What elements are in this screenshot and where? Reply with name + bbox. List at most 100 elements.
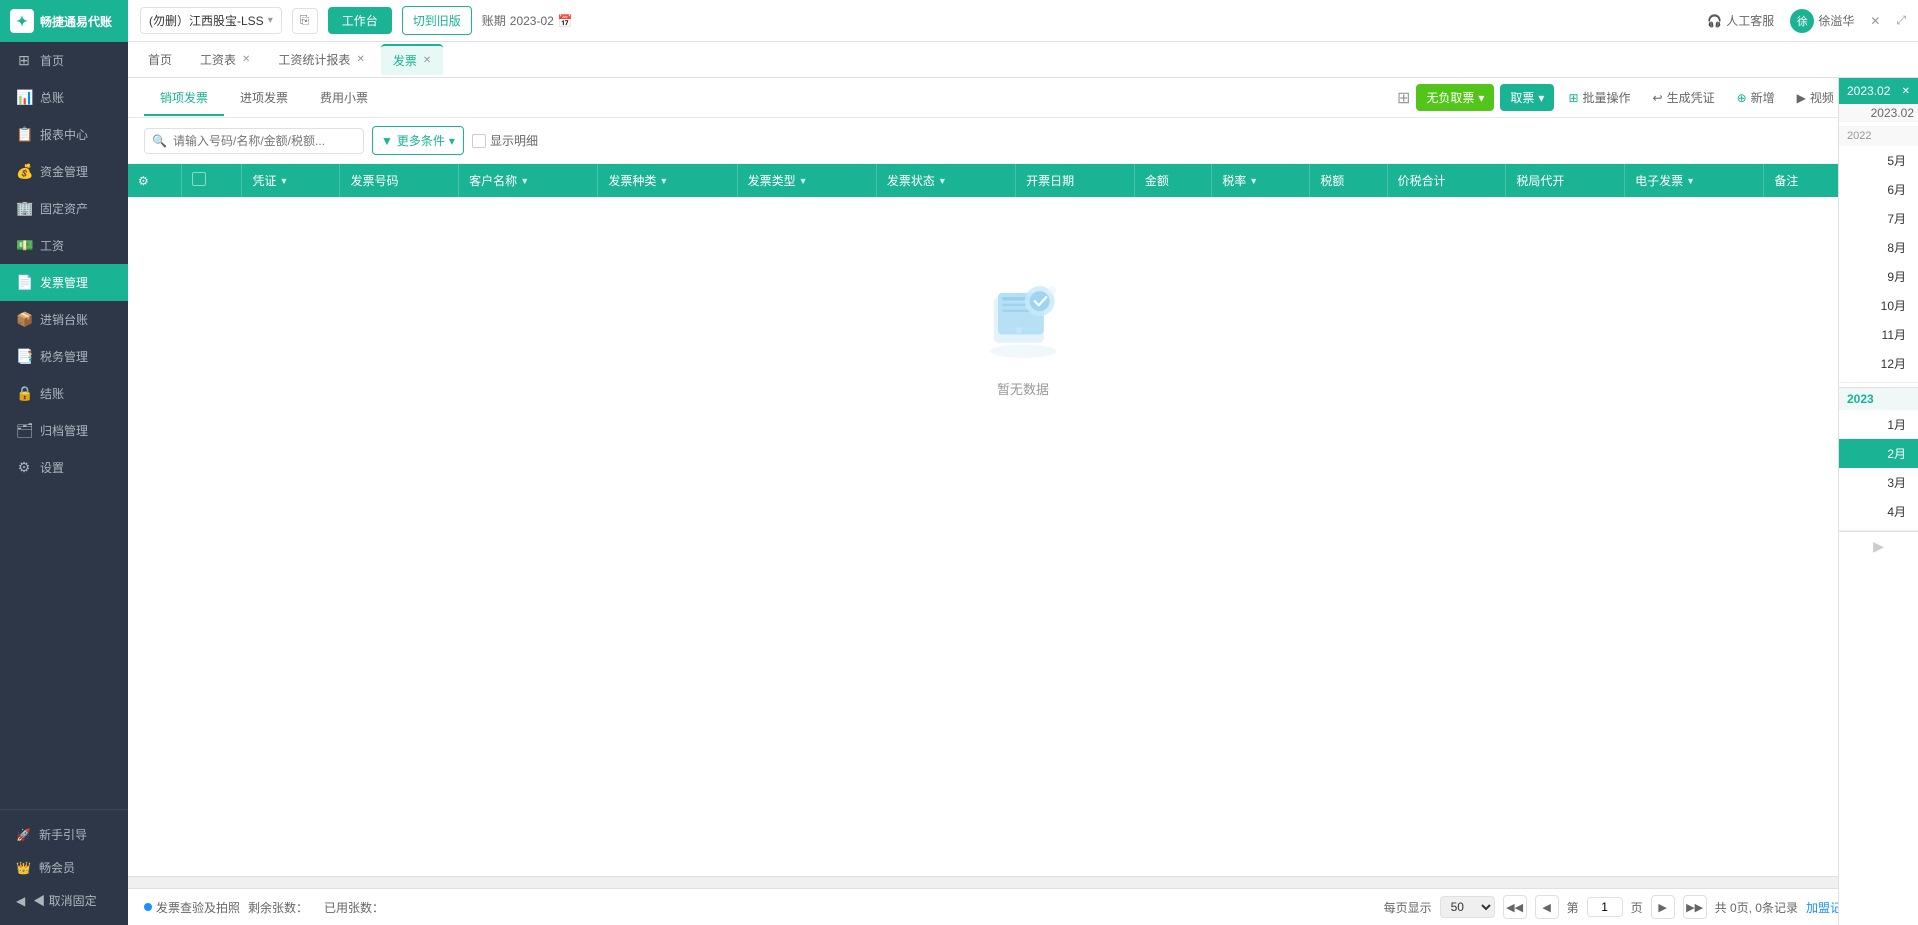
sub-tab-expense[interactable]: 费用小票 [304, 81, 384, 116]
table-select-all-checkbox[interactable] [192, 172, 206, 186]
tab-invoices-close-icon[interactable]: ✕ [423, 55, 431, 66]
verify-label: 发票查验及拍照 [156, 899, 240, 916]
month-2022-9[interactable]: 9月 [1839, 262, 1918, 291]
last-page-button[interactable]: ▶▶ [1683, 895, 1707, 919]
tab-salary-table[interactable]: 工资表 ✕ [188, 45, 262, 74]
member-icon: 👑 [16, 861, 31, 875]
th-e-invoice-label: 电子发票 [1635, 172, 1683, 189]
month-2023-3[interactable]: 3月 [1839, 468, 1918, 497]
month-2023-1[interactable]: 1月 [1839, 410, 1918, 439]
show-detail-toggle[interactable]: 显示明细 [472, 132, 538, 149]
th-checkbox [182, 164, 242, 197]
workspace-button[interactable]: 工作台 [328, 7, 392, 34]
th-settings-icon[interactable]: ⚙ [138, 174, 149, 188]
month-2023-2[interactable]: 2月 [1839, 439, 1918, 468]
next-page-button[interactable]: ▶ [1651, 895, 1675, 919]
sidebar-item-closing[interactable]: 🔒 结账 [0, 375, 128, 412]
sidebar-label-invoices: 发票管理 [40, 274, 88, 291]
th-tax-rate-filter-icon[interactable]: ▼ [1249, 176, 1258, 186]
th-invoice-status-filter-icon[interactable]: ▼ [938, 176, 947, 186]
th-customer-filter-icon[interactable]: ▼ [520, 176, 529, 186]
switch-version-button[interactable]: 切到旧版 [402, 6, 472, 35]
new-label: 新增 [1751, 89, 1775, 106]
no-cancel-ticket-button[interactable]: 无负取票 ▾ [1416, 84, 1494, 111]
tax-icon: 📑 [16, 348, 32, 365]
expand-window-button[interactable]: ⤢ [1896, 13, 1906, 28]
invoices-icon: 📄 [16, 274, 32, 291]
sidebar-item-invoices[interactable]: 📄 发票管理 [0, 264, 128, 301]
sidebar-item-tax[interactable]: 📑 税务管理 [0, 338, 128, 375]
sidebar-item-ledger[interactable]: 📊 总账 [0, 79, 128, 116]
sidebar-item-guide[interactable]: 🚀 新手引导 [0, 818, 128, 851]
company-selector[interactable]: (勿删）江西股宝-LSS ▾ [140, 7, 282, 34]
sidebar-item-reports[interactable]: 📋 报表中心 [0, 116, 128, 153]
tab-salary-table-close-icon[interactable]: ✕ [242, 54, 250, 65]
month-2022-5[interactable]: 5月 [1839, 146, 1918, 175]
new-button[interactable]: ⊕ 新增 [1729, 85, 1783, 110]
copy-button[interactable]: ⎘ [292, 8, 318, 34]
sidebar-item-member[interactable]: 👑 畅会员 [0, 851, 128, 884]
tab-home[interactable]: 首页 [136, 45, 184, 74]
close-window-button[interactable]: ✕ [1870, 14, 1880, 28]
sub-tab-sales[interactable]: 销项发票 [144, 81, 224, 116]
th-invoice-type-filter-icon[interactable]: ▼ [659, 176, 668, 186]
sidebar-item-salary[interactable]: 💵 工资 [0, 227, 128, 264]
month-2023-4[interactable]: 4月 [1839, 497, 1918, 526]
support-button[interactable]: 🎧 人工客服 [1707, 12, 1774, 29]
sub-tab-purchase[interactable]: 进项发票 [224, 81, 304, 116]
sub-tab-sales-label: 销项发票 [160, 91, 208, 105]
sub-tab-expense-label: 费用小票 [320, 91, 368, 105]
sidebar-item-settings[interactable]: ⚙ 设置 [0, 449, 128, 486]
prev-page-button[interactable]: ◀ [1535, 895, 1559, 919]
date-panel-period1: 2023.02 [1847, 84, 1890, 98]
bottom-left: 发票查验及拍照 剩余张数： 已用张数： [144, 899, 392, 916]
sidebar-item-funds[interactable]: 💰 资金管理 [0, 153, 128, 190]
th-voucher-label: 凭证 [252, 172, 276, 189]
collapse-right-icon: ▶ [1873, 538, 1884, 555]
sidebar-item-home[interactable]: ⊞ 首页 [0, 42, 128, 79]
sidebar-item-assets[interactable]: 🏢 固定资产 [0, 190, 128, 227]
th-voucher-filter-icon[interactable]: ▼ [280, 176, 289, 186]
search-input[interactable] [144, 128, 364, 154]
ledger-icon: 📊 [16, 89, 32, 106]
th-invoice-category: 发票类型 ▼ [737, 164, 876, 197]
th-tax: 税额 [1310, 164, 1387, 197]
generate-voucher-button[interactable]: ↩ 生成凭证 [1645, 85, 1723, 110]
tab-salary-stats[interactable]: 工资统计报表 ✕ [266, 45, 376, 74]
grid-view-icon[interactable]: ⊞ [1397, 88, 1410, 108]
year-2022-section: 2022 5月 6月 7月 8月 9月 10月 11月 12月 [1839, 122, 1918, 383]
date-panel-header[interactable]: 2023.02 ✕ [1839, 78, 1918, 104]
filter-label: 更多条件 [397, 132, 445, 149]
th-tax-code: 税局代开 [1506, 164, 1625, 197]
top-header: (勿删）江西股宝-LSS ▾ ⎘ 工作台 切到旧版 账期 2023-02 📅 🎧… [128, 0, 1918, 42]
sidebar-item-collapse[interactable]: ◀ ◀ 取消固定 [0, 884, 128, 917]
month-2022-7[interactable]: 7月 [1839, 204, 1918, 233]
month-2022-8[interactable]: 8月 [1839, 233, 1918, 262]
th-invoice-category-filter-icon[interactable]: ▼ [799, 176, 808, 186]
close-date-panel-icon[interactable]: ✕ [1902, 86, 1910, 97]
month-2022-11[interactable]: 11月 [1839, 320, 1918, 349]
th-e-invoice: 电子发票 ▼ [1625, 164, 1764, 197]
horizontal-scrollbar[interactable] [128, 876, 1918, 888]
month-2022-12[interactable]: 12月 [1839, 349, 1918, 378]
month-2022-6[interactable]: 6月 [1839, 175, 1918, 204]
batch-op-button[interactable]: ⊞ 批量操作 [1560, 85, 1638, 110]
filter-button[interactable]: ▼ 更多条件 ▾ [372, 126, 464, 155]
sidebar-item-archive[interactable]: 🗂 归档管理 [0, 412, 128, 449]
th-e-invoice-filter-icon[interactable]: ▼ [1686, 176, 1695, 186]
user-info[interactable]: 徐 徐溢华 [1790, 9, 1854, 33]
page-number-input[interactable] [1587, 897, 1623, 917]
tab-salary-stats-close-icon[interactable]: ✕ [356, 54, 364, 65]
page-size-select[interactable]: 10 20 50 100 [1440, 896, 1495, 918]
remaining-label: 剩余张数： [248, 899, 308, 916]
take-ticket-button[interactable]: 取票 ▾ [1500, 84, 1554, 111]
tab-invoices[interactable]: 发票 ✕ [381, 44, 443, 75]
sidebar-label-tax: 税务管理 [40, 348, 88, 365]
show-detail-checkbox[interactable] [472, 134, 486, 148]
video-button[interactable]: ▶ 视频 [1789, 85, 1842, 110]
first-page-button[interactable]: ◀◀ [1503, 895, 1527, 919]
video-icon: ▶ [1797, 91, 1806, 105]
date-panel-collapse[interactable]: ▶ [1839, 531, 1918, 561]
sidebar-item-purchase[interactable]: 📦 进销台账 [0, 301, 128, 338]
month-2022-10[interactable]: 10月 [1839, 291, 1918, 320]
